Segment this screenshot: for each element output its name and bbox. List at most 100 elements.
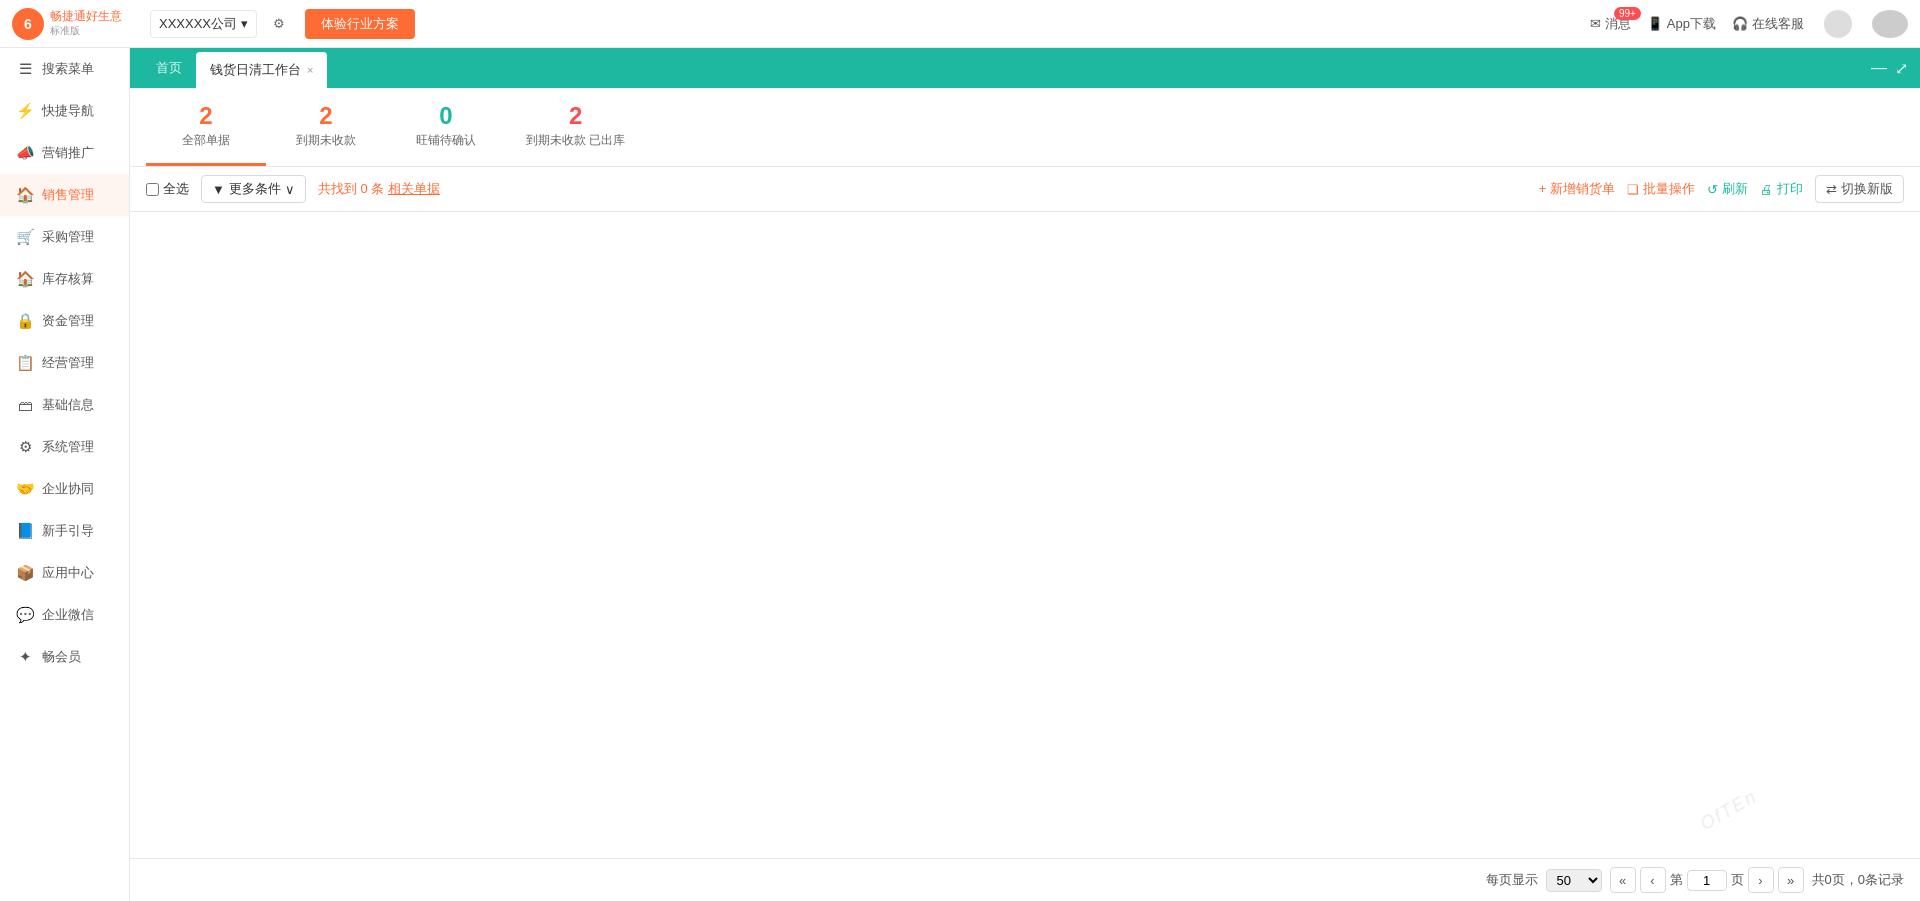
sidebar-item-quick-nav[interactable]: ⚡ 快捷导航 [0,90,129,132]
sidebar-item-label: 系统管理 [42,438,94,456]
toolbar-right: + 新增销货单 ❏ 批量操作 ↺ 刷新 🖨 打印 ⇄ 切换新版 [1539,175,1904,203]
purchase-icon: 🛒 [16,228,34,246]
sidebar-item-label: 资金管理 [42,312,94,330]
sidebar-item-basic-info[interactable]: 🗃 基础信息 [0,384,129,426]
stats-count-wangpu: 0 [406,102,486,130]
select-all-checkbox[interactable]: 全选 [146,180,189,198]
maximize-icon[interactable]: ⤢ [1895,59,1908,78]
sidebar-item-label: 企业微信 [42,606,94,624]
stats-tabs: 2 全部单据 2 到期未收款 0 旺铺待确认 2 到期未收款 已出库 [130,88,1920,167]
app-download-btn[interactable]: 📱 App下载 [1647,15,1716,33]
company-name: XXXXXX公司 [159,15,237,33]
per-page-label: 每页显示 [1486,871,1538,889]
select-all-input[interactable] [146,183,159,196]
found-number: 0 [361,181,368,196]
sidebar-item-label: 新手引导 [42,522,94,540]
app-icon: 📱 [1647,16,1663,31]
industry-btn[interactable]: 体验行业方案 [305,9,415,39]
tab-bar: 首页 钱货日清工作台 × — ⤢ [130,48,1920,88]
batch-label: 批量操作 [1643,180,1695,198]
stats-tab-all[interactable]: 2 全部单据 [146,88,266,166]
wechat-icon: 💬 [16,606,34,624]
dropdown-icon: ▾ [241,16,248,31]
sidebar-item-label: 经营管理 [42,354,94,372]
marketing-icon: 📣 [16,144,34,162]
operations-icon: 📋 [16,354,34,372]
company-selector[interactable]: XXXXXX公司 ▾ [150,10,257,38]
refresh-label: 刷新 [1722,180,1748,198]
related-link[interactable]: 相关单据 [388,181,440,196]
vip-icon: ✦ [16,648,34,666]
batch-operation-btn[interactable]: ❏ 批量操作 [1627,180,1695,198]
system-icon: ⚙ [16,438,34,456]
stats-tab-overdue-unshipped[interactable]: 2 到期未收款 已出库 [506,88,645,166]
service-icon: 🎧 [1732,16,1748,31]
tab-bar-actions: — ⤢ [1871,59,1908,78]
sidebar-item-label: 销售管理 [42,186,94,204]
logo-sub: 标准版 [50,24,122,38]
sidebar-item-capital-mgmt[interactable]: 🔒 资金管理 [0,300,129,342]
add-label: + 新增销货单 [1539,180,1615,198]
switch-version-btn[interactable]: ⇄ 切换新版 [1815,175,1904,203]
sidebar-item-enterprise-wechat[interactable]: 💬 企业微信 [0,594,129,636]
per-page-select[interactable]: 50 100 200 [1546,869,1602,892]
sidebar-item-app-center[interactable]: 📦 应用中心 [0,552,129,594]
online-service-btn[interactable]: 🎧 在线客服 [1732,15,1804,33]
minimize-icon[interactable]: — [1871,59,1887,78]
search-menu-icon: ☰ [16,60,34,78]
switch-icon: ⇄ [1826,182,1837,197]
capital-icon: 🔒 [16,312,34,330]
refresh-icon: ↺ [1707,182,1718,197]
filter-button[interactable]: ▼ 更多条件 ∨ [201,175,306,203]
sidebar-item-operations-mgmt[interactable]: 📋 经营管理 [0,342,129,384]
print-label: 打印 [1777,180,1803,198]
first-page-btn[interactable]: « [1610,867,1636,893]
sidebar-item-system-mgmt[interactable]: ⚙ 系统管理 [0,426,129,468]
stats-tab-wangpu[interactable]: 0 旺铺待确认 [386,88,506,166]
refresh-btn[interactable]: ↺ 刷新 [1707,180,1748,198]
logo-text: 畅捷通好生意 [50,9,122,23]
switch-label: 切换新版 [1841,180,1893,198]
sidebar-item-label: 营销推广 [42,144,94,162]
batch-icon: ❏ [1627,182,1639,197]
sidebar-item-sales-mgmt[interactable]: 🏠 销售管理 [0,174,129,216]
page-end-label: 页 [1731,871,1744,889]
toolbar: 全选 ▼ 更多条件 ∨ 共找到 0 条 相关单据 + 新增销货单 [130,167,1920,212]
sidebar-item-label: 基础信息 [42,396,94,414]
sidebar-item-marketing[interactable]: 📣 营销推广 [0,132,129,174]
tab-close-icon[interactable]: × [307,64,313,76]
select-all-label: 全选 [163,180,189,198]
sidebar-item-label: 搜索菜单 [42,60,94,78]
add-sales-btn[interactable]: + 新增销货单 [1539,180,1615,198]
tab-home[interactable]: 首页 [142,48,196,88]
avatar-extra[interactable] [1872,10,1908,38]
sidebar-item-enterprise-coop[interactable]: 🤝 企业协同 [0,468,129,510]
prev-page-btn[interactable]: ‹ [1640,867,1666,893]
sidebar-item-vip-member[interactable]: ✦ 畅会员 [0,636,129,678]
page-nav: « ‹ 第 页 › » [1610,867,1804,893]
settings-icon[interactable]: ⚙ [265,10,293,38]
filter-chevron: ∨ [285,182,295,197]
stats-count-all: 2 [166,102,246,130]
footer-pagination: 每页显示 50 100 200 « ‹ 第 页 › » 共0页，0条记录 [130,858,1920,901]
current-page-input[interactable] [1687,870,1727,891]
print-btn[interactable]: 🖨 打印 [1760,180,1803,198]
last-page-btn[interactable]: » [1778,867,1804,893]
toolbar-left: 全选 ▼ 更多条件 ∨ 共找到 0 条 相关单据 [146,175,1527,203]
found-unit: 条 [371,181,384,196]
sidebar-item-inventory[interactable]: 🏠 库存核算 [0,258,129,300]
content-area: 2 全部单据 2 到期未收款 0 旺铺待确认 2 到期未收款 已出库 全选 [130,88,1920,901]
avatar[interactable] [1824,10,1852,38]
sidebar-item-label: 应用中心 [42,564,94,582]
sidebar-item-purchase-mgmt[interactable]: 🛒 采购管理 [0,216,129,258]
sidebar-item-label: 快捷导航 [42,102,94,120]
sidebar-item-beginner-guide[interactable]: 📘 新手引导 [0,510,129,552]
tab-workbench[interactable]: 钱货日清工作台 × [196,52,327,88]
next-page-btn[interactable]: › [1748,867,1774,893]
message-btn[interactable]: ✉ 消息 99+ [1590,15,1631,33]
stats-tab-overdue-uncollected[interactable]: 2 到期未收款 [266,88,386,166]
online-service-label: 在线客服 [1752,15,1804,33]
sidebar-item-search-menu[interactable]: ☰ 搜索菜单 [0,48,129,90]
filter-icon: ▼ [212,182,225,197]
tab-workbench-label: 钱货日清工作台 [210,61,301,79]
